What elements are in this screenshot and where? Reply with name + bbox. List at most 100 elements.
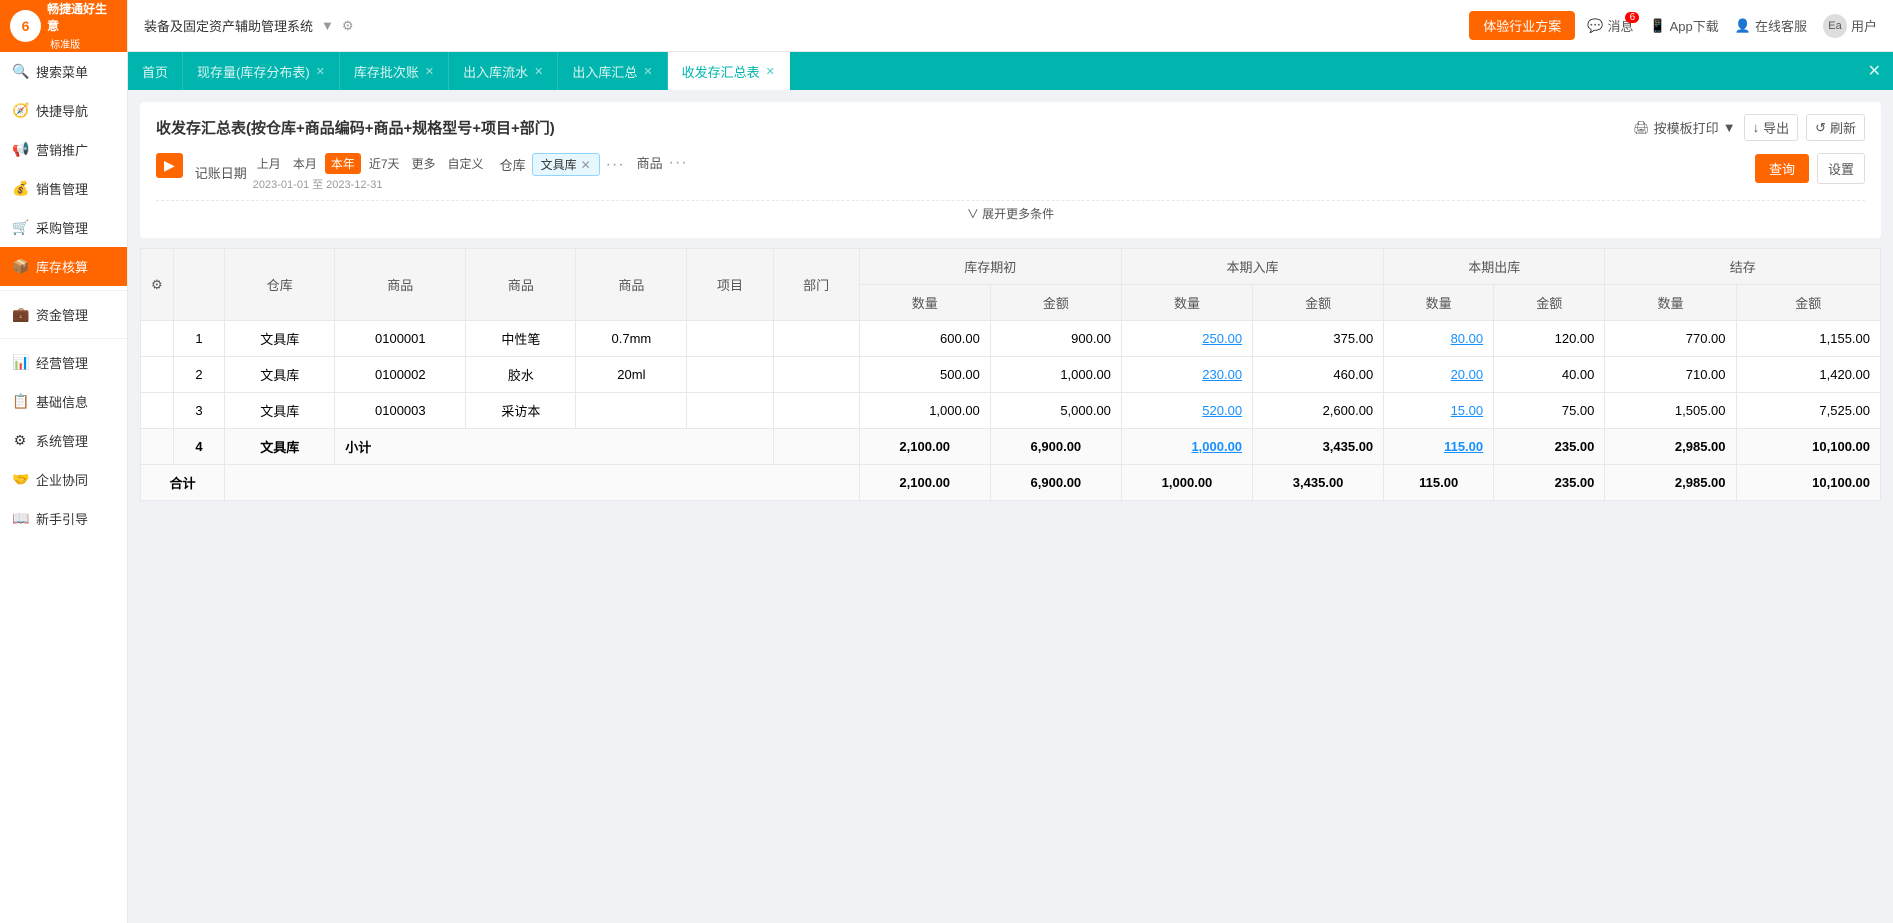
- settings-icon[interactable]: ⚙: [342, 18, 354, 34]
- user-item[interactable]: Ea 用户: [1823, 14, 1877, 38]
- row-in-amt: 460.00: [1253, 357, 1384, 393]
- tab-3[interactable]: 出入库流水✕: [449, 52, 558, 90]
- sidebar-item-purchase[interactable]: 🛒采购管理: [0, 208, 127, 247]
- quicknav-icon: 🧭: [12, 102, 28, 119]
- sidebar-item-quicknav[interactable]: 🧭快捷导航: [0, 91, 127, 130]
- sidebar-item-stock[interactable]: 📦库存核算: [0, 247, 127, 286]
- warehouse-more-icon[interactable]: ···: [606, 156, 625, 174]
- online-service-label: 在线客服: [1755, 16, 1807, 35]
- sidebar-label-assets: 资金管理: [36, 305, 88, 324]
- tab-4[interactable]: 出入库汇总✕: [558, 52, 667, 90]
- tab-0[interactable]: 首页: [128, 52, 183, 90]
- query-button[interactable]: 查询: [1755, 154, 1809, 183]
- tab-close-3[interactable]: ✕: [534, 65, 543, 78]
- row-closing-qty: 710.00: [1605, 357, 1736, 393]
- goods-more-icon[interactable]: ···: [669, 154, 688, 172]
- tab-label-5: 收发存汇总表: [682, 62, 760, 81]
- sidebar-item-system[interactable]: ⚙系统管理: [0, 421, 127, 460]
- tab-close-5[interactable]: ✕: [766, 65, 775, 78]
- system-icon: ⚙: [12, 432, 28, 449]
- page-title-row: 收发存汇总表(按仓库+商品编码+商品+规格型号+项目+部门) 🖨 按模板打印 ▼…: [156, 114, 1865, 141]
- tab-close-2[interactable]: ✕: [425, 65, 434, 78]
- total-in-amt: 3,435.00: [1253, 465, 1384, 501]
- col-goods-spec-header: 商品: [576, 249, 687, 321]
- app-download-item[interactable]: 📱 App下载: [1649, 16, 1718, 35]
- sidebar-label-corp: 企业协同: [36, 470, 88, 489]
- warehouse-filter-tag[interactable]: 文具库 ✕: [532, 153, 600, 176]
- sidebar-item-sales[interactable]: 💰销售管理: [0, 169, 127, 208]
- col-opening-header: 库存期初: [859, 249, 1121, 285]
- custom-date-btn[interactable]: 自定义: [444, 153, 488, 174]
- refresh-button[interactable]: ↺ 刷新: [1806, 114, 1865, 141]
- message-item[interactable]: 💬 消息 6: [1587, 16, 1633, 35]
- online-service-item[interactable]: 👤 在线客服: [1735, 16, 1807, 35]
- row-out-qty[interactable]: 15.00: [1384, 393, 1494, 429]
- this-year-btn[interactable]: 本年: [325, 153, 361, 174]
- row-in-qty[interactable]: 520.00: [1121, 393, 1252, 429]
- col-project-header: 项目: [687, 249, 773, 321]
- total-out-amt: 235.00: [1494, 465, 1605, 501]
- row-project: [687, 393, 773, 429]
- total-in-qty: 1,000.00: [1121, 465, 1252, 501]
- row-closing-amt: 1,155.00: [1736, 321, 1880, 357]
- tab-1[interactable]: 现存量(库存分布表) ✕: [183, 52, 340, 90]
- goods-filter-group: 商品 ···: [637, 153, 688, 172]
- sidebar-item-base[interactable]: 📋基础信息: [0, 382, 127, 421]
- user-avatar: Ea: [1823, 14, 1847, 38]
- print-icon: 🖨: [1633, 120, 1650, 136]
- sidebar-item-guide[interactable]: 📖新手引导: [0, 499, 127, 538]
- last-7days-btn[interactable]: 近7天: [365, 153, 404, 174]
- total-out-qty: 115.00: [1384, 465, 1494, 501]
- app-download-label: App下载: [1670, 16, 1719, 35]
- row-in-qty[interactable]: 250.00: [1121, 321, 1252, 357]
- table-row: 3 文具库 0100003 采访本 1,000.00 5,000.00 520.…: [141, 393, 1881, 429]
- sidebar-label-sales: 销售管理: [36, 179, 88, 198]
- sidebar-item-marketing[interactable]: 📢营销推广: [0, 130, 127, 169]
- row-goods-name: 采访本: [466, 393, 576, 429]
- col-warehouse-header: 仓库: [225, 249, 335, 321]
- row-warehouse: 文具库: [225, 393, 335, 429]
- tab-close-4[interactable]: ✕: [643, 65, 652, 78]
- col-settings-header[interactable]: ⚙: [141, 249, 174, 321]
- expand-more-row[interactable]: ∨ 展开更多条件: [156, 200, 1865, 226]
- close-all-tabs-button[interactable]: ✕: [1856, 61, 1893, 81]
- subtotal-out-qty[interactable]: 115.00: [1384, 429, 1494, 465]
- sidebar-item-corp[interactable]: 🤝企业协同: [0, 460, 127, 499]
- tab-5[interactable]: 收发存汇总表 ✕: [668, 52, 790, 90]
- sidebar-item-manage[interactable]: 📊经营管理: [0, 343, 127, 382]
- filter-toggle-button[interactable]: ▶: [156, 153, 183, 178]
- row-no: 2: [173, 357, 225, 393]
- warehouse-tag-close-icon[interactable]: ✕: [581, 158, 591, 172]
- row-out-amt: 120.00: [1494, 321, 1605, 357]
- filter-settings-button[interactable]: 设置: [1817, 153, 1865, 184]
- row-project: [687, 357, 773, 393]
- sidebar-label-search: 搜索菜单: [36, 62, 88, 81]
- tab-close-1[interactable]: ✕: [316, 65, 325, 78]
- col-goods-name-header: 商品: [466, 249, 576, 321]
- date-filter-label: 记账日期: [195, 163, 247, 182]
- row-opening-amt: 1,000.00: [990, 357, 1121, 393]
- row-out-qty[interactable]: 80.00: [1384, 321, 1494, 357]
- experience-button[interactable]: 体验行业方案: [1469, 11, 1575, 40]
- col-closing-qty-header: 数量: [1605, 285, 1736, 321]
- row-out-qty[interactable]: 20.00: [1384, 357, 1494, 393]
- col-dept-header: 部门: [773, 249, 859, 321]
- sidebar-label-stock: 库存核算: [36, 257, 88, 276]
- table-card: ⚙ 仓库 商品 商品 商品 项目 部门 库存期初 本期入库 本期出库 结存: [140, 248, 1881, 501]
- subtotal-in-qty[interactable]: 1,000.00: [1121, 429, 1252, 465]
- row-goods-code: 0100002: [335, 357, 466, 393]
- last-month-btn[interactable]: 上月: [253, 153, 285, 174]
- row-closing-amt: 7,525.00: [1736, 393, 1880, 429]
- sidebar-item-assets[interactable]: 💼资金管理: [0, 295, 127, 334]
- this-month-btn[interactable]: 本月: [289, 153, 321, 174]
- tab-2[interactable]: 库存批次账✕: [340, 52, 449, 90]
- topbar-right: 💬 消息 6 📱 App下载 👤 在线客服 Ea 用户: [1587, 14, 1877, 38]
- purchase-icon: 🛒: [12, 219, 28, 236]
- row-in-qty[interactable]: 230.00: [1121, 357, 1252, 393]
- more-date-btn[interactable]: 更多: [408, 153, 440, 174]
- export-button[interactable]: ↓ 导出: [1744, 114, 1799, 141]
- guide-icon: 📖: [12, 510, 28, 527]
- tab-label-1: 现存量(库存分布表): [197, 62, 310, 81]
- print-button[interactable]: 🖨 按模板打印 ▼: [1633, 118, 1735, 137]
- sidebar-item-search[interactable]: 🔍搜索菜单: [0, 52, 127, 91]
